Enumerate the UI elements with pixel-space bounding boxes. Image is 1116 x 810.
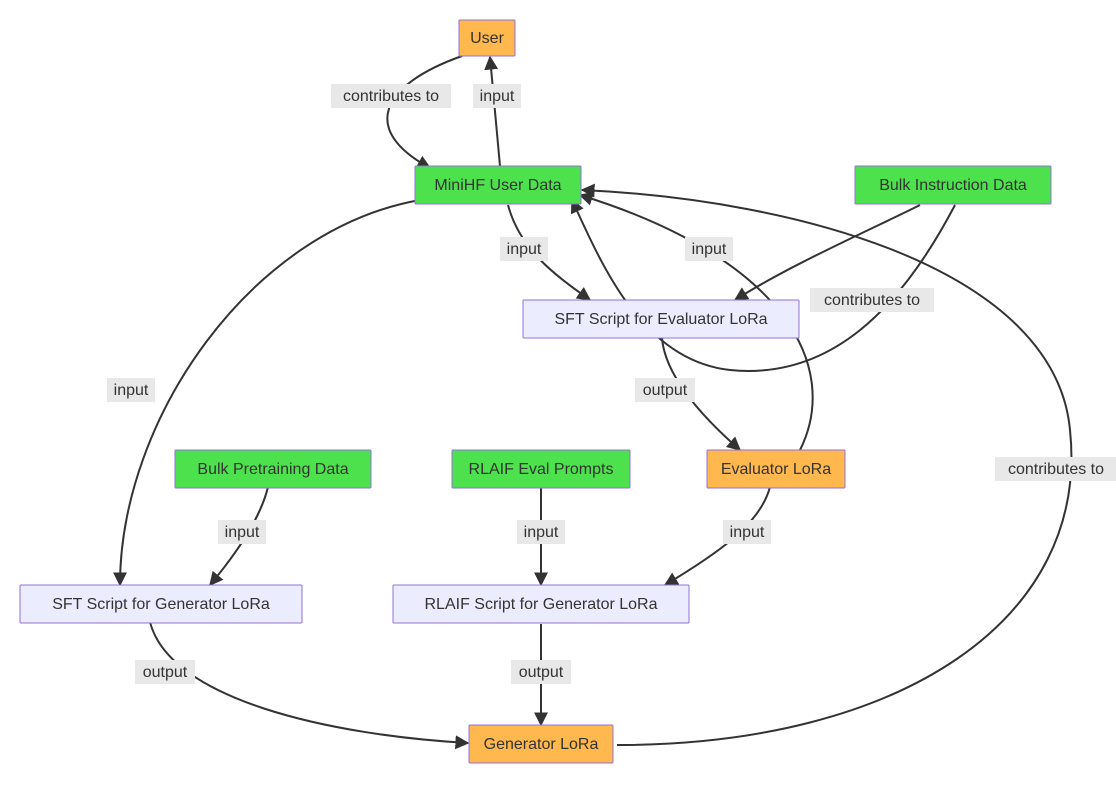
svg-text:input: input	[225, 524, 260, 541]
svg-text:RLAIF Script for Generator LoR: RLAIF Script for Generator LoRa	[425, 596, 658, 613]
edge-label-sft-gen-out: output	[135, 660, 195, 684]
svg-text:SFT Script for Generator LoRa: SFT Script for Generator LoRa	[52, 596, 270, 613]
svg-text:Bulk Instruction Data: Bulk Instruction Data	[879, 177, 1027, 194]
svg-text:input: input	[480, 88, 515, 105]
svg-text:contributes to: contributes to	[1008, 461, 1104, 478]
edge-label-minihf-to-user: input	[473, 84, 521, 108]
edge-label-sft-eval-out: output	[635, 378, 695, 402]
svg-text:output: output	[643, 382, 688, 399]
diagram-canvas: contributes to input input input contrib…	[0, 0, 1116, 810]
svg-text:contributes to: contributes to	[824, 292, 920, 309]
node-minihf-user-data: MiniHF User Data	[415, 166, 581, 204]
svg-text:contributes to: contributes to	[343, 88, 439, 105]
svg-text:Generator LoRa: Generator LoRa	[484, 736, 599, 753]
edge-label-gen-lora-to-minihf: contributes to	[995, 457, 1116, 481]
node-bulk-instruction-data: Bulk Instruction Data	[855, 166, 1051, 204]
svg-text:input: input	[507, 241, 542, 258]
svg-text:Evaluator LoRa: Evaluator LoRa	[721, 461, 831, 478]
node-generator-lora: Generator LoRa	[469, 725, 613, 763]
edge-label-user-to-minihf: contributes to	[331, 84, 451, 108]
svg-text:input: input	[524, 524, 559, 541]
svg-text:User: User	[470, 30, 504, 47]
svg-text:SFT Script for Evaluator LoRa: SFT Script for Evaluator LoRa	[554, 311, 767, 328]
node-rlaif-eval-prompts: RLAIF Eval Prompts	[452, 450, 630, 488]
edge-minihf-to-sft-gen	[120, 200, 420, 585]
edge-user-to-minihf	[387, 56, 462, 168]
edge-bulk-instr-to-sft-eval	[735, 205, 920, 300]
svg-text:RLAIF Eval Prompts: RLAIF Eval Prompts	[469, 461, 614, 478]
svg-text:Bulk Pretraining Data: Bulk Pretraining Data	[197, 461, 348, 478]
svg-text:output: output	[143, 664, 188, 681]
edge-label-bulk-pretrain-in: input	[218, 520, 266, 544]
edge-bulk-instr-to-minihf	[572, 200, 955, 371]
svg-text:output: output	[519, 664, 564, 681]
svg-text:input: input	[730, 524, 765, 541]
node-rlaif-script-generator-lora: RLAIF Script for Generator LoRa	[393, 585, 689, 623]
node-sft-script-generator-lora: SFT Script for Generator LoRa	[20, 585, 302, 623]
edge-label-eval-lora-in: input	[723, 520, 771, 544]
node-evaluator-lora: Evaluator LoRa	[707, 450, 845, 488]
node-sft-script-evaluator-lora: SFT Script for Evaluator LoRa	[523, 300, 799, 338]
node-user: User	[459, 20, 515, 56]
edge-label-bulk-instr-to-sft-eval: input	[685, 237, 733, 261]
edge-label-rlaif-gen-out: output	[511, 660, 571, 684]
edge-label-bulk-instr-to-minihf: contributes to	[810, 288, 934, 312]
node-bulk-pretraining-data: Bulk Pretraining Data	[175, 450, 371, 488]
edge-sft-gen-to-gen-lora	[150, 622, 468, 743]
edge-label-minihf-to-sft-eval: input	[500, 237, 548, 261]
svg-text:input: input	[692, 241, 727, 258]
svg-text:input: input	[114, 382, 149, 399]
edge-minihf-to-user	[490, 57, 500, 166]
edge-label-rlaif-prompts-in: input	[517, 520, 565, 544]
edge-label-minihf-to-sft-gen: input	[107, 378, 155, 402]
svg-text:MiniHF User Data: MiniHF User Data	[434, 177, 561, 194]
